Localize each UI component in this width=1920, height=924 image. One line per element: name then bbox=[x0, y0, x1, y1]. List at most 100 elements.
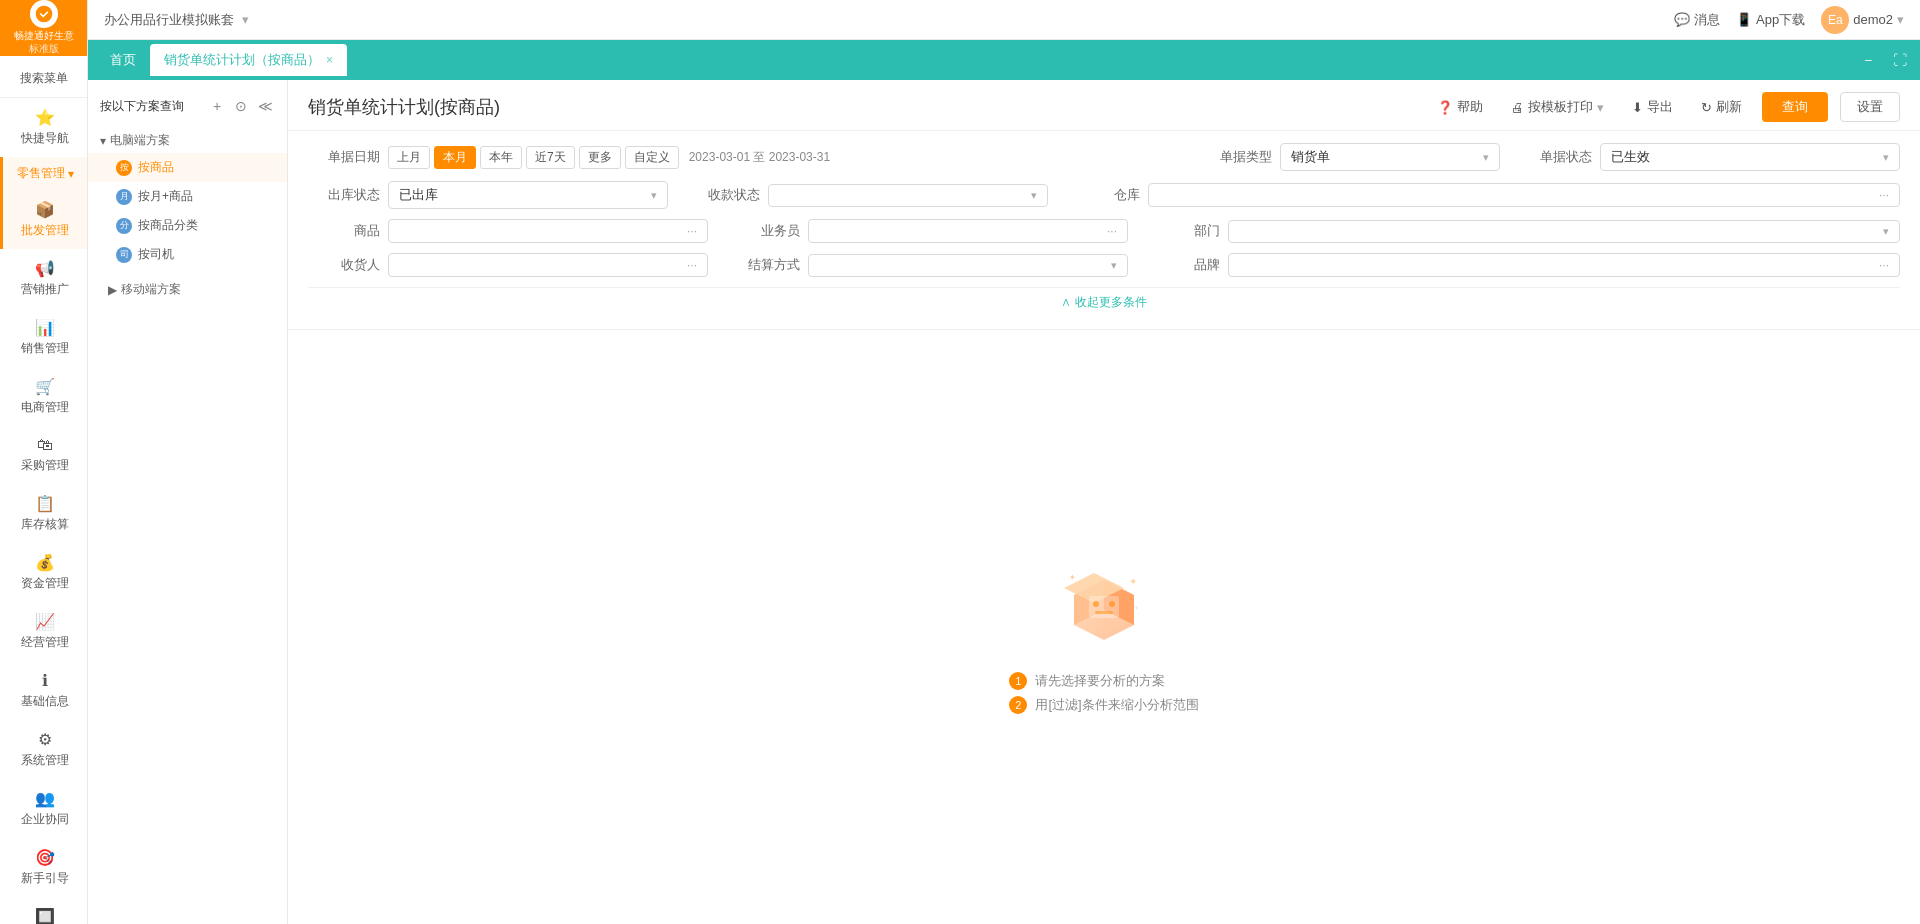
scheme-item-driver[interactable]: 司 按司机 bbox=[88, 240, 287, 269]
scheme-add-btn[interactable]: + bbox=[207, 96, 227, 116]
sidebar-item-finance[interactable]: 💰 资金管理 bbox=[0, 543, 87, 602]
tab-active[interactable]: 销货单统计计划（按商品） × bbox=[150, 44, 347, 76]
sidebar-item-operations[interactable]: 📈 经营管理 bbox=[0, 602, 87, 661]
scheme-item-month-goods[interactable]: 月 按月+商品 bbox=[88, 182, 287, 211]
sidebar-item-app-center[interactable]: 🔲 应用中心 bbox=[0, 897, 87, 924]
brand-label: 品牌 bbox=[1148, 256, 1228, 274]
refresh-button[interactable]: ↻ 刷新 bbox=[1693, 94, 1750, 120]
scheme-mobile-title[interactable]: ▶ 移动端方案 bbox=[88, 277, 287, 302]
message-button[interactable]: 💬 消息 bbox=[1674, 11, 1720, 29]
sidebar-item-inventory[interactable]: 📋 库存核算 bbox=[0, 484, 87, 543]
sidebar: 畅捷通好生意 标准版 搜索菜单 ⭐ 快捷导航 零售管理 ▾ 📦 批发管理 📢 营… bbox=[0, 0, 88, 924]
empty-state: ✦ ✦ ✦ 1 请先选择要分析的方案 2 用[过滤]条件来缩小分析范围 bbox=[288, 330, 1920, 924]
salesman-dots-icon[interactable]: ··· bbox=[1107, 224, 1117, 238]
brand-input[interactable]: ··· bbox=[1228, 253, 1900, 277]
empty-tip-1: 1 请先选择要分析的方案 bbox=[1009, 672, 1198, 690]
receiver-input[interactable]: ··· bbox=[388, 253, 708, 277]
goods-input[interactable]: ··· bbox=[388, 219, 708, 243]
finance-label: 资金管理 bbox=[21, 575, 69, 592]
sidebar-item-retail[interactable]: 零售管理 ▾ bbox=[0, 157, 87, 190]
status-value: 已生效 bbox=[1611, 148, 1650, 166]
scheme-mobile-label: 移动端方案 bbox=[121, 281, 181, 298]
export-button[interactable]: ⬇ 导出 bbox=[1624, 94, 1681, 120]
svg-rect-8 bbox=[1095, 611, 1113, 614]
date-custom-btn[interactable]: 自定义 bbox=[625, 146, 679, 169]
date-this-year-btn[interactable]: 本年 bbox=[480, 146, 522, 169]
warehouse-out-select[interactable]: 已出库 ▾ bbox=[388, 181, 668, 209]
receiver-dots-icon[interactable]: ··· bbox=[687, 258, 697, 272]
scheme-edit-btn[interactable]: ⊙ bbox=[231, 96, 251, 116]
settings-button[interactable]: 设置 bbox=[1840, 92, 1900, 122]
operations-icon: 📈 bbox=[35, 612, 55, 631]
warehouse-dots-icon[interactable]: ··· bbox=[1879, 188, 1889, 202]
tab-home[interactable]: 首页 bbox=[96, 44, 150, 76]
salesman-label: 业务员 bbox=[728, 222, 808, 240]
salesman-input[interactable]: ··· bbox=[808, 219, 1128, 243]
print-button[interactable]: 🖨 按模板打印 ▾ bbox=[1503, 94, 1612, 120]
sidebar-item-system[interactable]: ⚙ 系统管理 bbox=[0, 720, 87, 779]
status-select[interactable]: 已生效 ▾ bbox=[1600, 143, 1900, 171]
payment-chevron-icon: ▾ bbox=[1031, 189, 1037, 202]
sidebar-item-quick-nav[interactable]: ⭐ 快捷导航 bbox=[0, 98, 87, 157]
tab-close-icon[interactable]: × bbox=[326, 53, 333, 67]
scheme-collapse-btn[interactable]: ≪ bbox=[255, 96, 275, 116]
warehouse-input[interactable]: ··· bbox=[1148, 183, 1900, 207]
query-button[interactable]: 查询 bbox=[1762, 92, 1828, 122]
app-download-icon: 📱 bbox=[1736, 12, 1752, 27]
payment-method-chevron-icon: ▾ bbox=[1111, 259, 1117, 272]
basic-info-label: 基础信息 bbox=[21, 693, 69, 710]
date-last-month-btn[interactable]: 上月 bbox=[388, 146, 430, 169]
tab-minimize-button[interactable]: − bbox=[1856, 48, 1880, 72]
scheme-item-goods-category[interactable]: 分 按商品分类 bbox=[88, 211, 287, 240]
type-chevron-icon: ▾ bbox=[1483, 151, 1489, 164]
sidebar-item-purchase[interactable]: 🛍 采购管理 bbox=[0, 426, 87, 484]
user-profile[interactable]: Ea demo2 ▾ bbox=[1821, 6, 1904, 34]
newbie-label: 新手引导 bbox=[21, 870, 69, 887]
user-chevron: ▾ bbox=[1897, 12, 1904, 27]
quick-nav-label: 快捷导航 bbox=[21, 130, 69, 147]
sidebar-item-enterprise[interactable]: 👥 企业协同 bbox=[0, 779, 87, 838]
app-subtitle: 标准版 bbox=[29, 42, 59, 56]
app-download-button[interactable]: 📱 App下载 bbox=[1736, 11, 1805, 29]
scheme-panel: 按以下方案查询 + ⊙ ≪ ▾ 电脑端方案 按 按商品 月 按月 bbox=[88, 80, 288, 924]
goods-dots-icon[interactable]: ··· bbox=[687, 224, 697, 238]
tip-2-number: 2 bbox=[1009, 696, 1027, 714]
svg-point-0 bbox=[35, 6, 52, 23]
filter-area: 单据日期 上月 本月 本年 近7天 更多 自定义 2023-03-01 至 20… bbox=[288, 131, 1920, 330]
brand-dots-icon[interactable]: ··· bbox=[1879, 258, 1889, 272]
payment-status-select[interactable]: ▾ bbox=[768, 184, 1048, 207]
sidebar-item-ecommerce[interactable]: 🛒 电商管理 bbox=[0, 367, 87, 426]
date-more-btn[interactable]: 更多 bbox=[579, 146, 621, 169]
page-actions: ❓ 帮助 🖨 按模板打印 ▾ ⬇ 导出 ↻ 刷新 bbox=[1429, 92, 1900, 122]
date-last7-btn[interactable]: 近7天 bbox=[526, 146, 575, 169]
purchase-icon: 🛍 bbox=[37, 436, 53, 454]
sidebar-item-sales[interactable]: 📊 销售管理 bbox=[0, 308, 87, 367]
export-icon: ⬇ bbox=[1632, 100, 1643, 115]
date-this-month-btn[interactable]: 本月 bbox=[434, 146, 476, 169]
dept-chevron-icon: ▾ bbox=[1883, 225, 1889, 238]
receiver-label: 收货人 bbox=[308, 256, 388, 274]
warehouse-out-chevron-icon: ▾ bbox=[651, 189, 657, 202]
newbie-icon: 🎯 bbox=[35, 848, 55, 867]
collapse-filters-bar[interactable]: ∧ 收起更多条件 bbox=[308, 287, 1900, 317]
user-name: demo2 bbox=[1853, 12, 1893, 27]
sidebar-item-marketing[interactable]: 📢 营销推广 bbox=[0, 249, 87, 308]
filter-row-4: 收货人 ··· 结算方式 ▾ 品牌 ··· bbox=[308, 253, 1900, 277]
collapse-label: ∧ 收起更多条件 bbox=[1061, 295, 1146, 309]
svg-rect-5 bbox=[1089, 596, 1119, 618]
scheme-panel-title: 按以下方案查询 bbox=[100, 98, 184, 115]
tab-active-label: 销货单统计计划（按商品） bbox=[164, 51, 320, 69]
dept-select[interactable]: ▾ bbox=[1228, 220, 1900, 243]
sidebar-item-newbie[interactable]: 🎯 新手引导 bbox=[0, 838, 87, 897]
type-select[interactable]: 销货单 ▾ bbox=[1280, 143, 1500, 171]
sidebar-item-wholesale[interactable]: 📦 批发管理 bbox=[0, 190, 87, 249]
tab-maximize-button[interactable]: ⛶ bbox=[1888, 48, 1912, 72]
scheme-item-by-goods[interactable]: 按 按商品 bbox=[88, 153, 287, 182]
payment-method-select[interactable]: ▾ bbox=[808, 254, 1128, 277]
help-button[interactable]: ❓ 帮助 bbox=[1429, 94, 1491, 120]
message-icon: 💬 bbox=[1674, 12, 1690, 27]
ecommerce-label: 电商管理 bbox=[21, 399, 69, 416]
scheme-desktop-title[interactable]: ▾ 电脑端方案 bbox=[88, 128, 287, 153]
search-menu-label[interactable]: 搜索菜单 bbox=[8, 66, 80, 91]
sidebar-item-basic-info[interactable]: ℹ 基础信息 bbox=[0, 661, 87, 720]
